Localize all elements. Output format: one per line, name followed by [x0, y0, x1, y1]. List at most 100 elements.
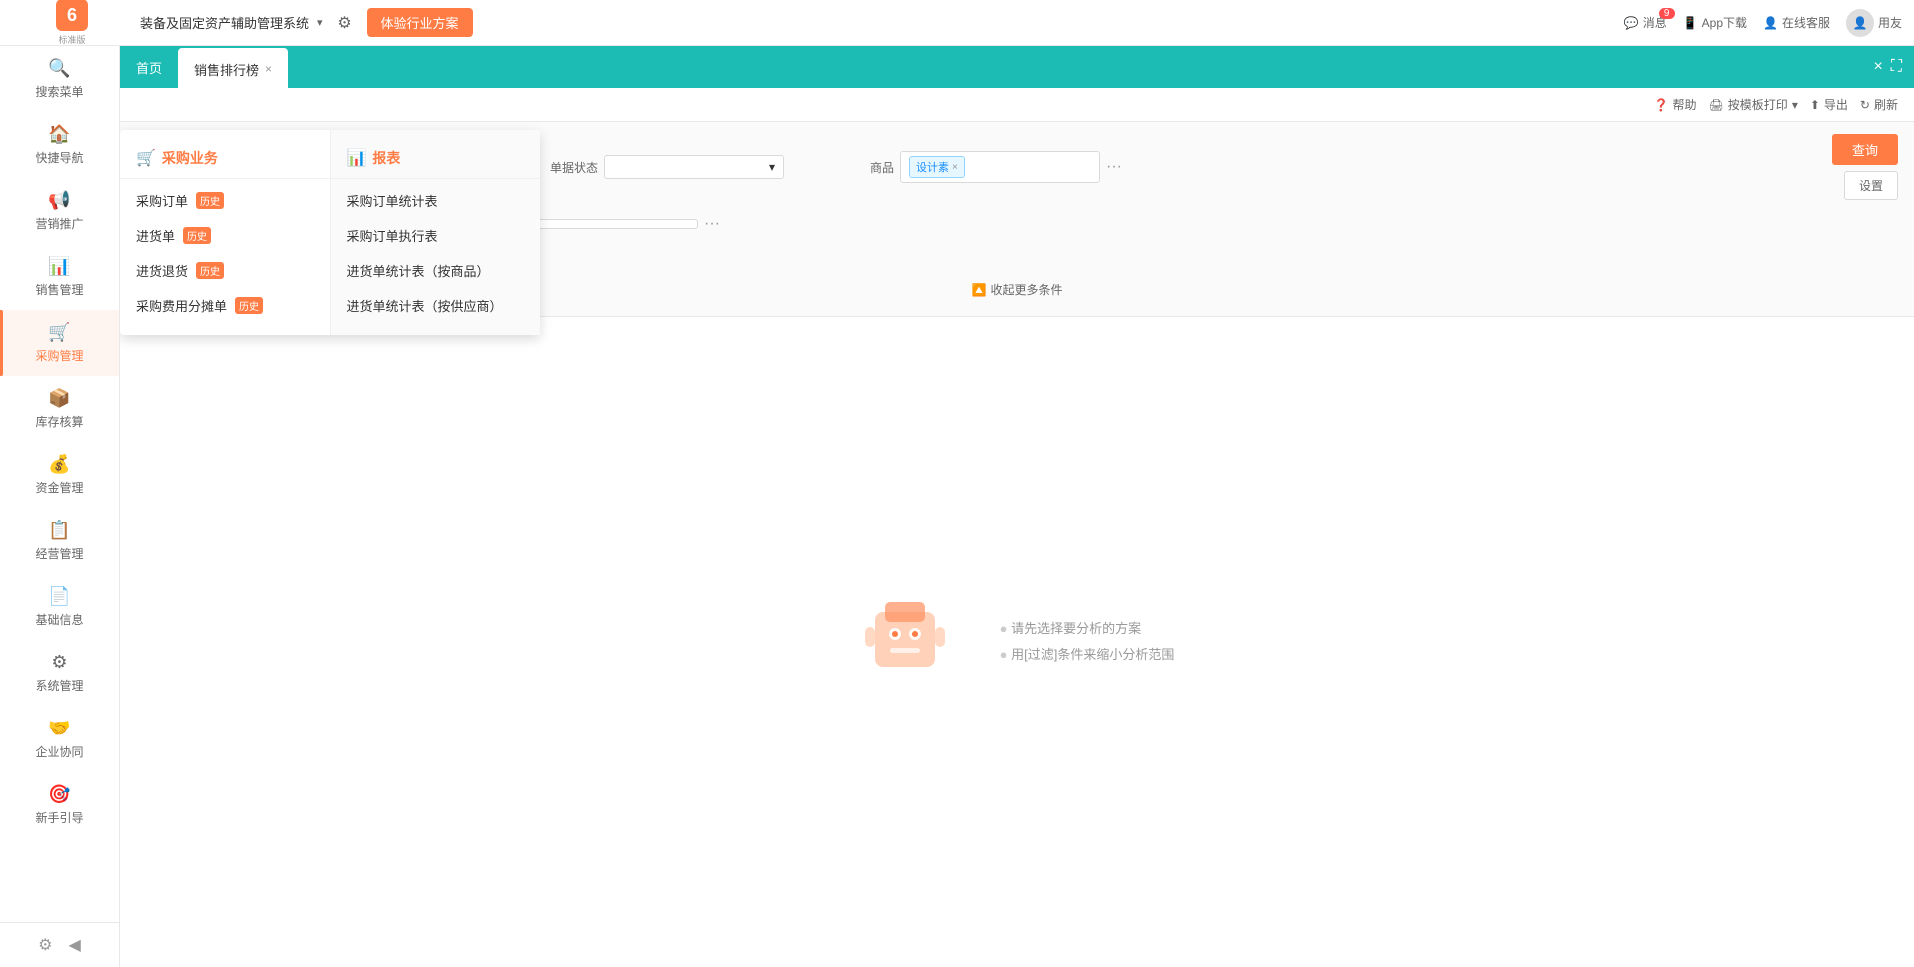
header-nav: 装备及固定资产辅助管理系统 ▾ ⚙ 体验行业方案	[132, 8, 1624, 37]
sidebar-label-search: 搜索菜单	[35, 83, 83, 100]
tab-right-controls: × ⛶	[1873, 58, 1914, 76]
doc-status-input[interactable]: ▾	[604, 155, 784, 179]
app-download-btn[interactable]: 📱 App下载	[1683, 14, 1747, 31]
collapse-label: 收起更多条件	[990, 281, 1062, 298]
sidebar-label-operations: 经营管理	[35, 545, 83, 562]
sidebar-item-quick-nav[interactable]: 🏠 快捷导航	[0, 112, 119, 178]
sidebar-label-cooperation: 企业协同	[35, 743, 83, 760]
refresh-label: 刷新	[1874, 96, 1898, 113]
menu-item-purchase-order[interactable]: 采购订单 历史	[120, 183, 330, 218]
report-header-icon: 📊	[347, 148, 367, 168]
set-btn[interactable]: 设置	[1844, 171, 1898, 200]
menu-item-purchase-receipt[interactable]: 进货单 历史	[120, 218, 330, 253]
sidebar-item-sales[interactable]: 📊 销售管理	[0, 244, 119, 310]
sidebar-item-inventory[interactable]: 📦 库存核算	[0, 376, 119, 442]
menu-item-purchase-expense[interactable]: 采购费用分摊单 历史	[120, 288, 330, 323]
goods-label: 商品	[834, 159, 894, 176]
inventory-icon: 📦	[48, 388, 70, 409]
sidebar-item-system[interactable]: ⚙ 系统管理	[0, 640, 119, 706]
refresh-btn[interactable]: ↻ 刷新	[1860, 96, 1898, 113]
sidebar-label-basic-info: 基础信息	[35, 611, 83, 628]
page-toolbar: ❓ 帮助 🖨 按模板打印 ▾ ⬆ 导出 ↻ 刷新	[120, 88, 1914, 122]
empty-tip-1: 请先选择要分析的方案	[1000, 616, 1175, 642]
tab-home[interactable]: 首页	[120, 46, 178, 88]
sidebar-label-inventory: 库存核算	[35, 413, 83, 430]
tab-bar: 首页 销售排行榜 × × ⛶	[120, 46, 1914, 88]
app-download-label: App下载	[1702, 14, 1747, 31]
menu-item-report-receipt-supplier[interactable]: 进货单统计表（按供应商）	[331, 288, 541, 323]
logo-area: 6 标准版	[12, 0, 132, 46]
goods-input[interactable]: 设计素 ×	[900, 151, 1100, 183]
tab-close-page-btn[interactable]: ×	[1873, 58, 1882, 76]
phone-icon: 📱	[1683, 16, 1698, 30]
empty-robot-svg	[860, 592, 950, 682]
industry-btn[interactable]: 体验行业方案	[367, 8, 473, 37]
sidebar-label-quick-nav: 快捷导航	[35, 149, 83, 166]
purchase-order-history: 历史	[196, 192, 224, 209]
user-name: 用友	[1878, 14, 1902, 31]
purchase-icon: 🛒	[48, 322, 70, 343]
search-icon: 🔍	[48, 58, 70, 79]
salesperson-more-btn[interactable]: ···	[704, 215, 720, 233]
collapse-chevron-up-icon: 🔼	[972, 283, 987, 297]
goods-tag-close[interactable]: ×	[952, 162, 958, 173]
export-btn[interactable]: ⬆ 导出	[1810, 96, 1848, 113]
marketing-icon: 📢	[48, 190, 70, 211]
header-actions: 💬 消息 9 📱 App下载 👤 在线客服 👤 用友	[1624, 9, 1902, 37]
sidebar-item-finance[interactable]: 💰 资金管理	[0, 442, 119, 508]
online-service-btn[interactable]: 👤 在线客服	[1763, 14, 1830, 31]
menu-purchase-header: 🛒 采购业务	[120, 142, 330, 179]
home-icon: 🏠	[48, 124, 70, 145]
system-dropdown-btn[interactable]: ▾	[317, 16, 323, 29]
menu-item-report-receipt-goods[interactable]: 进货单统计表（按商品）	[331, 253, 541, 288]
sidebar-label-marketing: 营销推广	[35, 215, 83, 232]
user-area[interactable]: 👤 用友	[1846, 9, 1902, 37]
message-badge: 9	[1659, 8, 1675, 19]
system-settings-btn[interactable]: ⚙	[331, 9, 359, 37]
print-template-btn[interactable]: 🖨 按模板打印 ▾	[1709, 96, 1798, 113]
system-icon: ⚙	[51, 652, 67, 673]
menu-purchase-column: 🛒 采购业务 采购订单 历史 进货单 历史 进货退货 历史	[120, 130, 330, 335]
sidebar-collapse-btn[interactable]: ◀	[69, 935, 81, 955]
help-btn[interactable]: ❓ 帮助	[1654, 96, 1697, 113]
sidebar-label-finance: 资金管理	[35, 479, 83, 496]
menu-item-report-order-stat[interactable]: 采购订单统计表	[331, 183, 541, 218]
sidebar: 🔍 搜索菜单 🏠 快捷导航 📢 营销推广 📊 销售管理 🛒 采购管理 📦 库存核…	[0, 46, 120, 967]
sidebar-label-guide: 新手引导	[35, 809, 83, 826]
doc-status-label: 单据状态	[538, 159, 598, 176]
sidebar-item-marketing[interactable]: 📢 营销推广	[0, 178, 119, 244]
purchase-section-label: 采购业务	[162, 148, 218, 168]
purchase-dropdown-menu: 🛒 采购业务 采购订单 历史 进货单 历史 进货退货 历史	[120, 130, 540, 335]
page-content: 🛒 采购业务 采购订单 历史 进货单 历史 进货退货 历史	[120, 88, 1914, 967]
tab-close-btn[interactable]: ×	[265, 62, 272, 76]
top-header: 6 标准版 装备及固定资产辅助管理系统 ▾ ⚙ 体验行业方案 💬 消息 9 📱 …	[0, 0, 1914, 46]
report-order-stat-label: 采购订单统计表	[347, 191, 438, 210]
menu-item-purchase-return[interactable]: 进货退货 历史	[120, 253, 330, 288]
tab-sales-rank[interactable]: 销售排行榜 ×	[178, 48, 288, 90]
refresh-icon: ↻	[1860, 98, 1870, 112]
sidebar-item-guide[interactable]: 🎯 新手引导	[0, 772, 119, 838]
doc-status-dropdown-icon: ▾	[769, 160, 775, 174]
report-section-label: 报表	[372, 148, 400, 168]
sidebar-item-purchase[interactable]: 🛒 采购管理	[0, 310, 119, 376]
help-icon: ❓	[1654, 98, 1669, 112]
purchase-receipt-label: 进货单	[136, 226, 175, 245]
export-label: 导出	[1824, 96, 1848, 113]
tab-maximize-btn[interactable]: ⛶	[1891, 58, 1902, 76]
query-btn[interactable]: 查询	[1832, 134, 1898, 165]
sidebar-item-cooperation[interactable]: 🤝 企业协同	[0, 706, 119, 772]
guide-icon: 🎯	[48, 784, 70, 805]
user-avatar: 👤	[1846, 9, 1874, 37]
menu-report-header: 📊 报表	[331, 142, 541, 179]
print-label: 按模板打印	[1728, 96, 1788, 113]
menu-item-report-order-exec[interactable]: 采购订单执行表	[331, 218, 541, 253]
cooperation-icon: 🤝	[48, 718, 70, 739]
sidebar-item-search[interactable]: 🔍 搜索菜单	[0, 46, 119, 112]
sidebar-item-basic-info[interactable]: 📄 基础信息	[0, 574, 119, 640]
message-btn[interactable]: 💬 消息 9	[1624, 14, 1667, 31]
sidebar-item-operations[interactable]: 📋 经营管理	[0, 508, 119, 574]
purchase-expense-label: 采购费用分摊单	[136, 296, 227, 315]
goods-more-btn[interactable]: ···	[1106, 158, 1122, 176]
content-area: 首页 销售排行榜 × × ⛶ 🛒 采购业务 采	[120, 46, 1914, 967]
sidebar-settings-btn[interactable]: ⚙	[38, 935, 52, 955]
